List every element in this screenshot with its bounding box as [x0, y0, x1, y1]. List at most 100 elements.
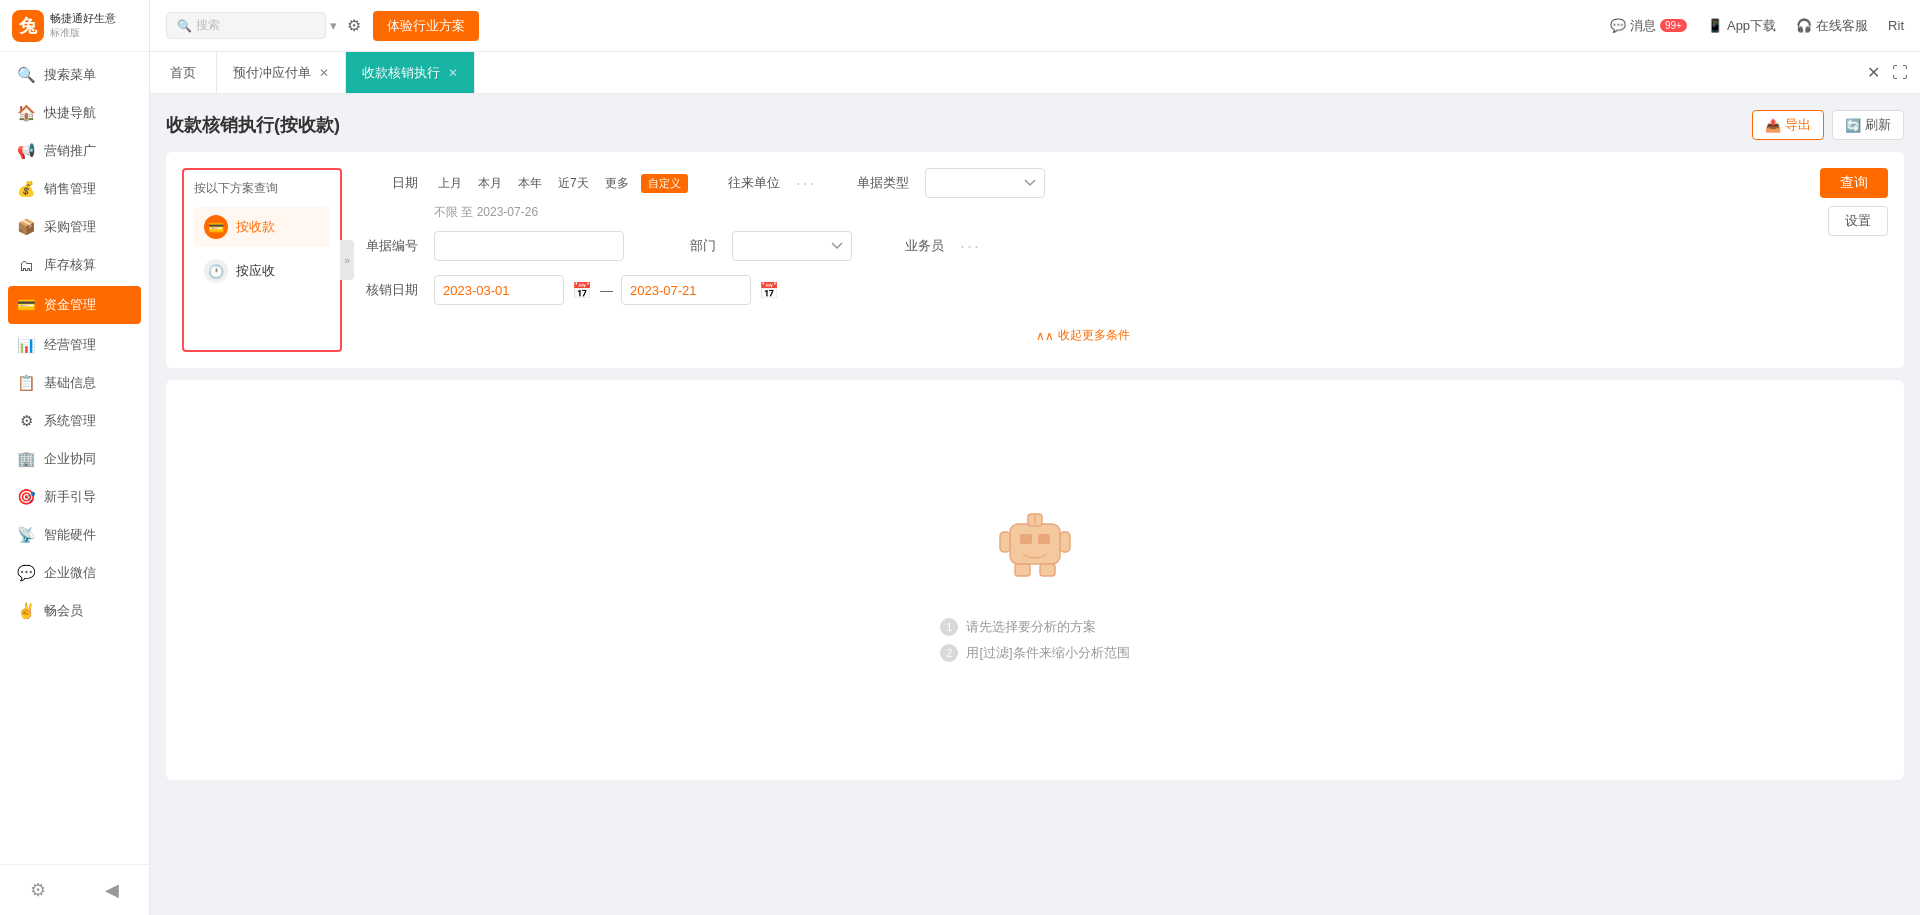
msg-btn[interactable]: 💬 消息 99+	[1610, 17, 1687, 35]
sidebar-item-search[interactable]: 🔍 搜索菜单	[0, 56, 149, 94]
settings-btn[interactable]: 设置	[1828, 206, 1888, 236]
logo-text-container: 畅捷通好生意 标准版	[50, 11, 116, 39]
date-unlimited-text: 不限 至 2023-07-26	[434, 205, 538, 219]
collapse-more-label: 收起更多条件	[1058, 327, 1130, 344]
staff-input[interactable]: ···	[960, 236, 981, 257]
sidebar-item-marketing[interactable]: 📢 营销推广	[0, 132, 149, 170]
filter-form-container: 日期 上月 本月 本年 近7天 更多 自定义 往来单位 ··· 单据类型	[358, 168, 1888, 352]
app-download-btn[interactable]: 📱 App下载	[1707, 17, 1776, 35]
sidebar-item-sales[interactable]: 💰 销售管理	[0, 170, 149, 208]
industry-btn[interactable]: 体验行业方案	[373, 11, 479, 41]
sidebar-logo: 兔 畅捷通好生意 标准版	[0, 0, 149, 52]
date-opt-this-year[interactable]: 本年	[514, 173, 546, 194]
sidebar-item-hardware[interactable]: 📡 智能硬件	[0, 516, 149, 554]
tab-home[interactable]: 首页	[150, 52, 217, 93]
tab-prepay-close[interactable]: ✕	[319, 66, 329, 80]
inventory-icon: 🗂	[16, 257, 36, 274]
sidebar-item-label: 企业协同	[44, 450, 96, 468]
verify-date-label: 核销日期	[358, 281, 418, 299]
topbar: 🔍 搜索 ▾ ⚙ 体验行业方案 💬 消息 99+ 📱 App下载 🎧 在线客服 …	[150, 0, 1920, 52]
sidebar-item-label: 采购管理	[44, 218, 96, 236]
sidebar-item-inventory[interactable]: 🗂 库存核算	[0, 246, 149, 284]
sidebar-item-funds[interactable]: 💳 资金管理	[8, 286, 141, 324]
search-menu-icon: 🔍	[16, 66, 36, 84]
sidebar-item-operations[interactable]: 📊 经营管理	[0, 326, 149, 364]
sidebar-item-enterprise[interactable]: 🏢 企业协同	[0, 440, 149, 478]
refresh-btn[interactable]: 🔄 刷新	[1832, 110, 1904, 140]
operations-icon: 📊	[16, 336, 36, 354]
sidebar-item-wechat[interactable]: 💬 企业微信	[0, 554, 149, 592]
tab-receipt-verify[interactable]: 收款核销执行 ✕	[346, 52, 475, 93]
sidebar-item-label: 畅会员	[44, 602, 83, 620]
query-btn[interactable]: 查询	[1820, 168, 1888, 198]
filter-selector-collapse[interactable]: »	[340, 240, 354, 280]
doc-no-label: 单据编号	[358, 237, 418, 255]
search-placeholder: 搜索	[196, 17, 220, 34]
refresh-label: 刷新	[1865, 116, 1891, 134]
doc-type-select[interactable]	[925, 168, 1045, 198]
enterprise-icon: 🏢	[16, 450, 36, 468]
tab-close-window-icon[interactable]: ✕	[1867, 63, 1880, 82]
topbar-chevron-icon[interactable]: ▾	[330, 18, 337, 33]
user-name[interactable]: Rit	[1888, 18, 1904, 33]
search-icon: 🔍	[177, 19, 192, 33]
export-btn[interactable]: 📤 导出	[1752, 110, 1824, 140]
filter-selector: 按以下方案查询 💳 按收款 🕐 按应收 »	[182, 168, 342, 352]
page-header: 收款核销执行(按收款) 📤 导出 🔄 刷新	[166, 110, 1904, 140]
hint-text-2: 用[过滤]条件来缩小分析范围	[966, 640, 1129, 666]
receipt-option-label: 按收款	[236, 218, 275, 236]
counterpart-input[interactable]: ···	[796, 173, 817, 194]
filter-panel: 按以下方案查询 💳 按收款 🕐 按应收 » 日期	[166, 152, 1904, 368]
sidebar-item-member[interactable]: ✌ 畅会员	[0, 592, 149, 630]
verify-date-start-cal-icon[interactable]: 📅	[572, 281, 592, 300]
doc-type-label: 单据类型	[849, 174, 909, 192]
verify-date-end[interactable]: 2023-07-21	[621, 275, 751, 305]
date-opt-this-month[interactable]: 本月	[474, 173, 506, 194]
basicinfo-icon: 📋	[16, 374, 36, 392]
page-content: 收款核销执行(按收款) 📤 导出 🔄 刷新 按以下方案查询 💳 按收款	[150, 94, 1920, 915]
settings-bottom-icon[interactable]: ⚙	[24, 873, 52, 907]
collapse-sidebar-icon[interactable]: ◀	[99, 873, 125, 907]
staff-label: 业务员	[884, 237, 944, 255]
date-opt-7days[interactable]: 近7天	[554, 173, 593, 194]
collapse-more-btn[interactable]: ∧∧ 收起更多条件	[1036, 327, 1130, 344]
hint-text-1: 请先选择要分析的方案	[966, 614, 1096, 640]
hint-num-2: 2	[940, 644, 958, 662]
main-area: 🔍 搜索 ▾ ⚙ 体验行业方案 💬 消息 99+ 📱 App下载 🎧 在线客服 …	[150, 0, 1920, 915]
date-custom-badge[interactable]: 自定义	[641, 174, 688, 193]
sidebar-bottom: ⚙ ◀	[0, 864, 149, 915]
tab-prepay[interactable]: 预付冲应付单 ✕	[217, 52, 346, 93]
dept-select[interactable]	[732, 231, 852, 261]
customer-service-btn[interactable]: 🎧 在线客服	[1796, 17, 1868, 35]
filter-option-by-receivable[interactable]: 🕐 按应收	[194, 251, 330, 291]
verify-date-start[interactable]: 2023-03-01	[434, 275, 564, 305]
counterpart-label: 往来单位	[720, 174, 780, 192]
topbar-gear-icon[interactable]: ⚙	[347, 16, 361, 35]
sidebar-item-quicknav[interactable]: 🏠 快捷导航	[0, 94, 149, 132]
doc-no-input[interactable]	[434, 231, 624, 261]
sidebar-item-newbie[interactable]: 🎯 新手引导	[0, 478, 149, 516]
logo-title: 畅捷通好生意	[50, 11, 116, 25]
logo-badge: 标准版	[50, 26, 116, 40]
receipt-option-icon: 💳	[204, 215, 228, 239]
sidebar-item-basicinfo[interactable]: 📋 基础信息	[0, 364, 149, 402]
refresh-icon: 🔄	[1845, 118, 1861, 133]
sidebar-item-label: 系统管理	[44, 412, 96, 430]
system-icon: ⚙	[16, 412, 36, 430]
verify-date-end-cal-icon[interactable]: 📅	[759, 281, 779, 300]
content-area: 1 请先选择要分析的方案 2 用[过滤]条件来缩小分析范围	[166, 380, 1904, 780]
tab-receipt-label: 收款核销执行	[362, 64, 440, 82]
filter-row-date: 日期 上月 本月 本年 近7天 更多 自定义 往来单位 ··· 单据类型	[358, 168, 1808, 198]
sidebar-item-label: 资金管理	[44, 296, 96, 314]
topbar-search[interactable]: 🔍 搜索	[166, 12, 326, 39]
export-icon: 📤	[1765, 118, 1781, 133]
date-opt-more[interactable]: 更多	[601, 173, 633, 194]
tab-maximize-icon[interactable]: ⛶	[1892, 64, 1908, 82]
funds-icon: 💳	[16, 296, 36, 314]
filter-form: 日期 上月 本月 本年 近7天 更多 自定义 往来单位 ··· 单据类型	[358, 168, 1808, 352]
sidebar-item-system[interactable]: ⚙ 系统管理	[0, 402, 149, 440]
date-opt-last-month[interactable]: 上月	[434, 173, 466, 194]
sidebar-item-purchase[interactable]: 📦 采购管理	[0, 208, 149, 246]
filter-option-by-receipt[interactable]: 💳 按收款	[194, 207, 330, 247]
tab-receipt-close[interactable]: ✕	[448, 66, 458, 80]
